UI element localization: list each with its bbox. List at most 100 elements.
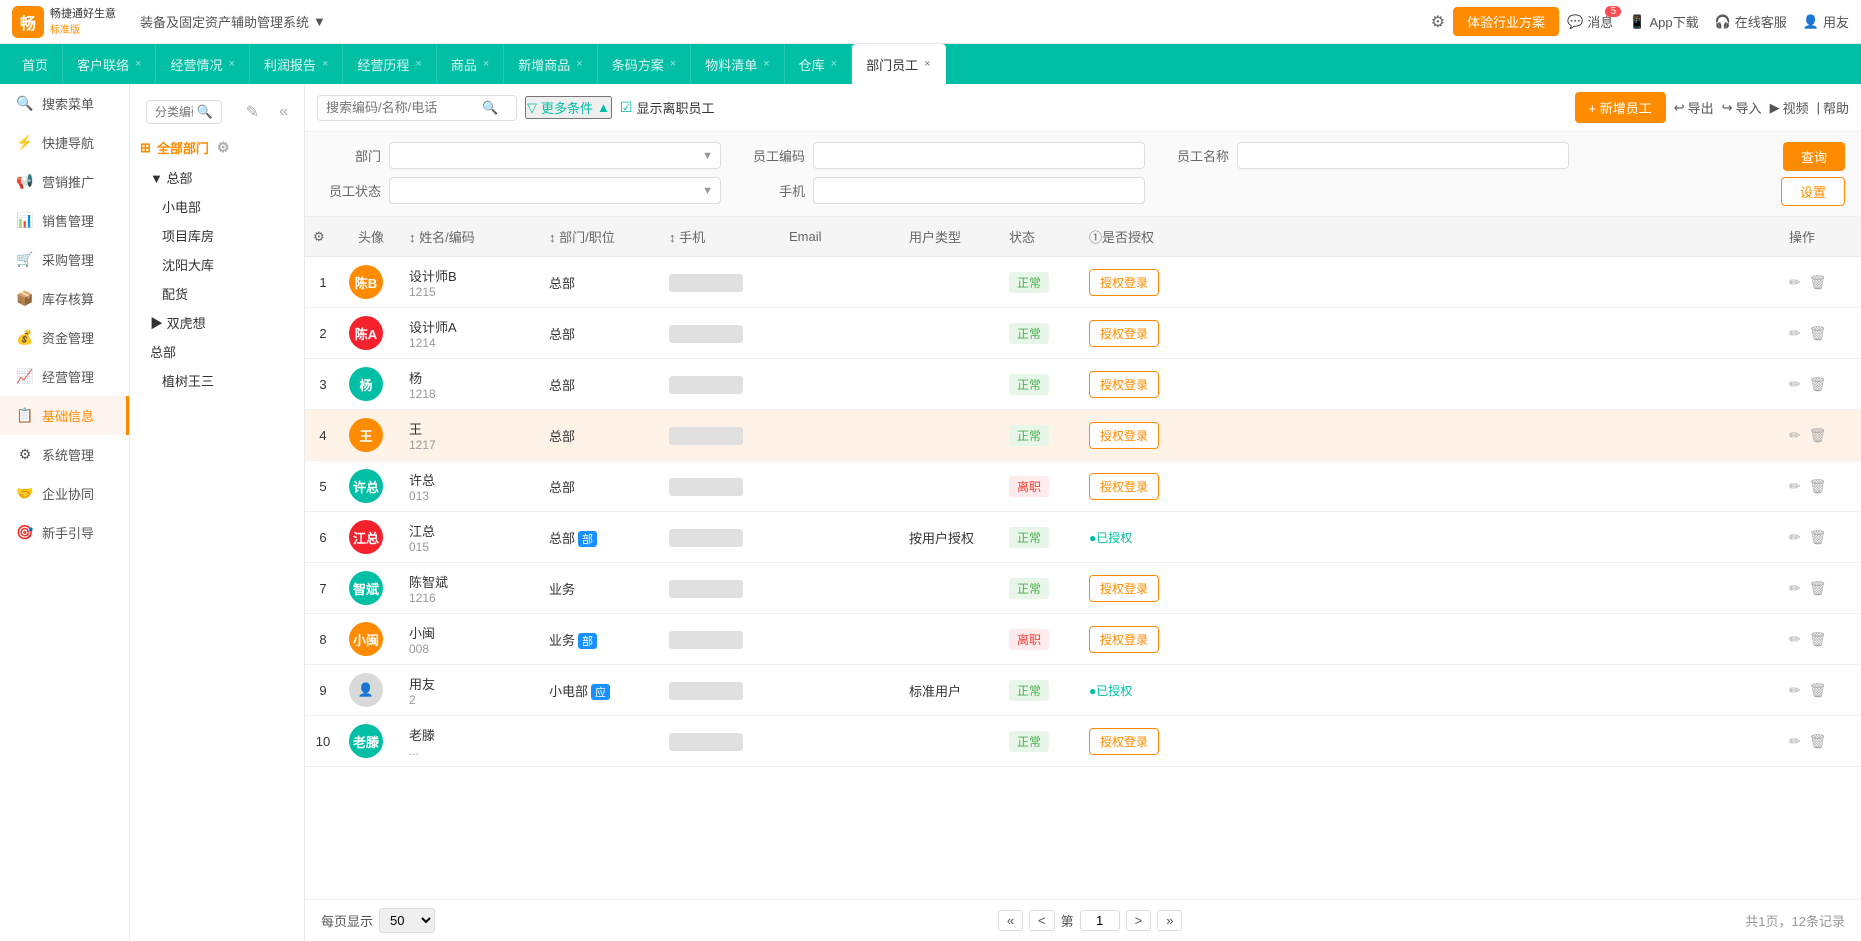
nav-tab[interactable]: 利润报告×: [250, 44, 343, 84]
edit-icon[interactable]: ✏: [1789, 376, 1801, 393]
dept-tree-item[interactable]: ▼ 总部: [130, 163, 304, 192]
auth-button[interactable]: 授权登录: [1089, 371, 1159, 398]
sidebar-item-新手引导[interactable]: 🎯新手引导: [0, 513, 129, 552]
nav-tab[interactable]: 新增商品×: [504, 44, 597, 84]
message-button[interactable]: 💬 消息 5: [1567, 12, 1613, 31]
edit-icon[interactable]: ✏: [1789, 580, 1801, 597]
edit-icon[interactable]: ✏: [1789, 529, 1801, 546]
emp-code-input[interactable]: [813, 142, 1145, 169]
delete-icon[interactable]: 🗑: [1809, 631, 1827, 648]
edit-icon[interactable]: ✏: [1789, 682, 1801, 699]
dept-tree-item[interactable]: 项目库房: [130, 221, 304, 250]
close-icon[interactable]: ×: [924, 58, 930, 70]
sidebar-item-库存核算[interactable]: 📦库存核算: [0, 279, 129, 318]
sidebar-item-系统管理[interactable]: ⚙系统管理: [0, 435, 129, 474]
close-icon[interactable]: ×: [670, 58, 676, 70]
sidebar-item-资金管理[interactable]: 💰资金管理: [0, 318, 129, 357]
edit-icon[interactable]: ✏: [1789, 631, 1801, 648]
delete-icon[interactable]: 🗑: [1809, 274, 1827, 291]
close-icon[interactable]: ×: [135, 58, 141, 70]
nav-tab[interactable]: 首页: [8, 44, 63, 84]
all-dept-item[interactable]: ⊞ 全部部门 ⚙: [130, 132, 304, 163]
app-download-button[interactable]: 📱 App下载: [1629, 12, 1698, 31]
sidebar-item-快捷导航[interactable]: ⚡快捷导航: [0, 123, 129, 162]
close-icon[interactable]: ×: [483, 58, 489, 70]
close-icon[interactable]: ×: [763, 58, 769, 70]
th-dept[interactable]: ↕ 部门/职位: [541, 217, 661, 257]
delete-icon[interactable]: 🗑: [1809, 580, 1827, 597]
dept-tree-item[interactable]: 植树王三: [130, 366, 304, 395]
dept-tree-item[interactable]: 配货: [130, 279, 304, 308]
edit-icon[interactable]: ✏: [1789, 427, 1801, 444]
page-input[interactable]: [1080, 910, 1120, 931]
nav-tab[interactable]: 经营情况×: [156, 44, 249, 84]
delete-icon[interactable]: 🗑: [1809, 478, 1827, 495]
trial-button[interactable]: 体验行业方案: [1453, 7, 1559, 36]
dept-select[interactable]: [389, 142, 721, 169]
nav-tab[interactable]: 客户联络×: [63, 44, 156, 84]
nav-tab[interactable]: 商品×: [437, 44, 504, 84]
dept-tree-item[interactable]: ▶ 双虎想: [130, 308, 304, 337]
nav-tab[interactable]: 仓库×: [785, 44, 852, 84]
video-button[interactable]: ▶ 视频: [1770, 98, 1809, 117]
edit-icon[interactable]: ✏: [1789, 274, 1801, 291]
nav-tab[interactable]: 物料清单×: [691, 44, 784, 84]
delete-icon[interactable]: 🗑: [1809, 427, 1827, 444]
auth-button[interactable]: 授权登录: [1089, 575, 1159, 602]
first-page-button[interactable]: «: [998, 910, 1023, 931]
dept-tree-item[interactable]: 沈阳大库: [130, 250, 304, 279]
export-button[interactable]: ↩ 导出: [1674, 98, 1714, 117]
th-name[interactable]: ↕ 姓名/编码: [401, 217, 541, 257]
add-employee-button[interactable]: + 新增员工: [1575, 92, 1666, 123]
sidebar-item-采购管理[interactable]: 🛒采购管理: [0, 240, 129, 279]
edit-icon[interactable]: ✏: [1789, 325, 1801, 342]
delete-icon[interactable]: 🗑: [1809, 376, 1827, 393]
auth-button[interactable]: 授权登录: [1089, 473, 1159, 500]
delete-icon[interactable]: 🗑: [1809, 325, 1827, 342]
delete-icon[interactable]: 🗑: [1809, 682, 1827, 699]
close-icon[interactable]: ×: [415, 58, 421, 70]
gear-button[interactable]: ⚙: [1431, 12, 1445, 32]
dept-tree-item[interactable]: 小电部: [130, 192, 304, 221]
auth-button[interactable]: 授权登录: [1089, 269, 1159, 296]
th-phone[interactable]: ↕ 手机: [661, 217, 781, 257]
show-resign-toggle[interactable]: ☑ 显示离职员工: [620, 98, 715, 117]
import-button[interactable]: ↪ 导入: [1722, 98, 1762, 117]
search-input[interactable]: [326, 100, 476, 115]
dept-search-box[interactable]: 🔍: [146, 100, 222, 124]
system-title-dropdown[interactable]: 装备及固定资产辅助管理系统 ▼: [140, 12, 1423, 31]
nav-tab[interactable]: 经营历程×: [343, 44, 436, 84]
emp-name-input[interactable]: [1237, 142, 1569, 169]
user-button[interactable]: 👤 用友: [1803, 12, 1849, 31]
sidebar-item-企业协同[interactable]: 🤝企业协同: [0, 474, 129, 513]
close-icon[interactable]: ×: [228, 58, 234, 70]
set-button[interactable]: 设置: [1781, 177, 1845, 206]
prev-page-button[interactable]: <: [1029, 910, 1055, 931]
dept-panel-edit-btn[interactable]: ✎: [238, 98, 267, 126]
online-service-button[interactable]: 🎧 在线客服: [1715, 12, 1787, 31]
last-page-button[interactable]: »: [1157, 910, 1182, 931]
delete-icon[interactable]: 🗑: [1809, 529, 1827, 546]
sidebar-item-基础信息[interactable]: 📋基础信息: [0, 396, 129, 435]
dept-search-input[interactable]: [155, 105, 193, 119]
auth-button[interactable]: 授权登录: [1089, 320, 1159, 347]
auth-button[interactable]: 授权登录: [1089, 728, 1159, 755]
sidebar-item-营销推广[interactable]: 📢营销推广: [0, 162, 129, 201]
close-icon[interactable]: ×: [322, 58, 328, 70]
close-icon[interactable]: ×: [576, 58, 582, 70]
sidebar-item-经营管理[interactable]: 📈经营管理: [0, 357, 129, 396]
phone-input[interactable]: [813, 177, 1145, 204]
more-filter-button[interactable]: ▽ 更多条件 ▲: [525, 96, 612, 119]
auth-button[interactable]: 授权登录: [1089, 626, 1159, 653]
delete-icon[interactable]: 🗑: [1809, 733, 1827, 750]
th-settings[interactable]: ⚙: [305, 217, 341, 257]
dept-panel-collapse-btn[interactable]: «: [271, 99, 296, 125]
nav-tab[interactable]: 部门员工×: [852, 44, 945, 84]
edit-icon[interactable]: ✏: [1789, 733, 1801, 750]
sidebar-item-销售管理[interactable]: 📊销售管理: [0, 201, 129, 240]
per-page-select[interactable]: 50 100: [379, 908, 435, 933]
emp-status-select[interactable]: [389, 177, 721, 204]
nav-tab[interactable]: 条码方案×: [598, 44, 691, 84]
edit-icon[interactable]: ✏: [1789, 478, 1801, 495]
query-button[interactable]: 查询: [1783, 142, 1845, 171]
